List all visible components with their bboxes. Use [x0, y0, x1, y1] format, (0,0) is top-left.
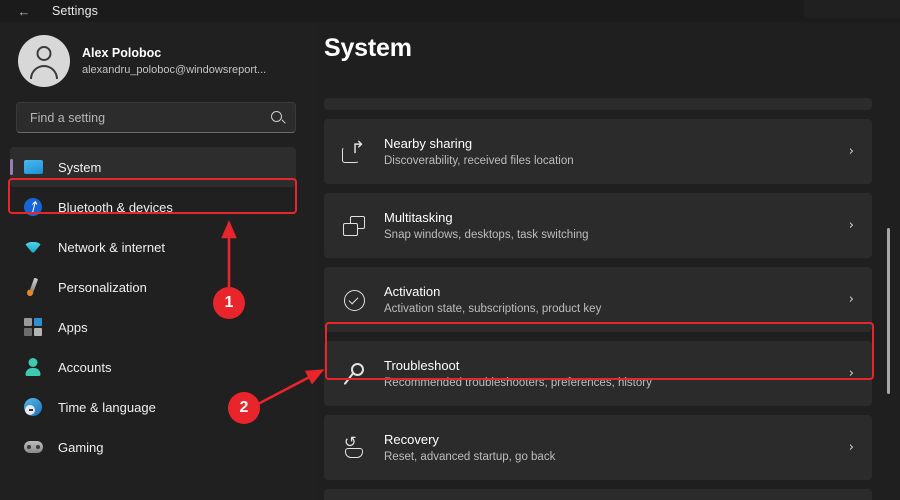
sidebar-item-accounts[interactable]: Accounts	[10, 347, 296, 387]
close-button[interactable]	[868, 0, 900, 18]
account-name: Alex Poloboc	[82, 45, 266, 62]
settings-card-projecting-to-this-pc[interactable]: Projecting to this PC ›	[324, 489, 872, 500]
card-subtitle: Activation state, subscriptions, product…	[384, 301, 849, 317]
multitasking-windows-icon	[341, 213, 367, 239]
maximize-button[interactable]	[836, 0, 868, 18]
wifi-icon	[22, 236, 44, 258]
sidebar-item-label: Apps	[58, 320, 88, 335]
sidebar-item-apps[interactable]: Apps	[10, 307, 296, 347]
account-text: Alex Poloboc alexandru_poloboc@windowsre…	[82, 45, 266, 78]
chevron-right-icon[interactable]: ›	[849, 292, 854, 307]
settings-card-list: Nearby sharing Discoverability, received…	[324, 98, 872, 500]
annotation-badge-1: 1	[213, 287, 245, 319]
clock-icon	[22, 396, 44, 418]
sidebar-item-label: Bluetooth & devices	[58, 200, 173, 215]
sidebar-item-system[interactable]: System	[10, 147, 296, 187]
chevron-right-icon[interactable]: ›	[849, 440, 854, 455]
recovery-icon	[341, 435, 367, 461]
sidebar-nav: System ᛏ Bluetooth & devices Network & i…	[0, 147, 318, 467]
monitor-icon	[22, 156, 44, 178]
app-shell: Alex Poloboc alexandru_poloboc@windowsre…	[0, 22, 900, 500]
chevron-right-icon[interactable]: ›	[849, 144, 854, 159]
card-title: Nearby sharing	[384, 135, 849, 153]
sidebar-item-label: Personalization	[58, 280, 147, 295]
card-title: Troubleshoot	[384, 357, 849, 375]
main-content: System Nearby sharing Discoverability, r…	[318, 22, 900, 500]
minimize-button[interactable]	[804, 0, 836, 18]
sidebar: Alex Poloboc alexandru_poloboc@windowsre…	[0, 22, 318, 500]
title-bar: ← Settings	[0, 0, 900, 22]
chevron-right-icon[interactable]: ›	[849, 218, 854, 233]
card-title: Recovery	[384, 431, 849, 449]
settings-card-activation[interactable]: Activation Activation state, subscriptio…	[324, 267, 872, 332]
search-icon[interactable]	[271, 111, 285, 125]
annotation-badge-2: 2	[228, 392, 260, 424]
account-email: alexandru_poloboc@windowsreport...	[82, 62, 266, 78]
sidebar-item-personalization[interactable]: Personalization	[10, 267, 296, 307]
card-title: Activation	[384, 283, 849, 301]
settings-card-troubleshoot[interactable]: Troubleshoot Recommended troubleshooters…	[324, 341, 872, 406]
card-title: Multitasking	[384, 209, 849, 227]
page-title: System	[324, 34, 900, 63]
sidebar-item-label: Accounts	[58, 360, 111, 375]
sidebar-item-label: System	[58, 160, 101, 175]
search-box[interactable]	[16, 102, 296, 133]
check-circle-icon	[341, 287, 367, 313]
settings-card-nearby-sharing[interactable]: Nearby sharing Discoverability, received…	[324, 119, 872, 184]
account-section[interactable]: Alex Poloboc alexandru_poloboc@windowsre…	[0, 22, 318, 87]
sidebar-item-gaming[interactable]: Gaming	[10, 427, 296, 467]
card-subtitle: Reset, advanced startup, go back	[384, 449, 849, 465]
sidebar-item-network-internet[interactable]: Network & internet	[10, 227, 296, 267]
person-icon	[22, 356, 44, 378]
sidebar-item-label: Network & internet	[58, 240, 165, 255]
wrench-icon	[341, 361, 367, 387]
card-subtitle: Discoverability, received files location	[384, 153, 849, 169]
back-arrow-icon[interactable]: ←	[10, 1, 38, 21]
window-title: Settings	[52, 4, 98, 18]
bluetooth-icon: ᛏ	[22, 196, 44, 218]
card-subtitle: Snap windows, desktops, task switching	[384, 227, 849, 243]
sidebar-item-label: Time & language	[58, 400, 156, 415]
sidebar-item-label: Gaming	[58, 440, 104, 455]
share-icon	[341, 139, 367, 165]
person-avatar-icon	[18, 35, 70, 87]
apps-grid-icon	[22, 316, 44, 338]
search-input[interactable]	[30, 111, 271, 125]
sidebar-item-bluetooth-devices[interactable]: ᛏ Bluetooth & devices	[10, 187, 296, 227]
paintbrush-icon	[22, 276, 44, 298]
vertical-scrollbar[interactable]	[887, 228, 890, 394]
settings-card-multitasking[interactable]: Multitasking Snap windows, desktops, tas…	[324, 193, 872, 258]
gamepad-icon	[22, 436, 44, 458]
card-subtitle: Recommended troubleshooters, preferences…	[384, 375, 849, 391]
window-controls[interactable]	[785, 0, 900, 22]
chevron-right-icon[interactable]: ›	[849, 366, 854, 381]
settings-card-recovery[interactable]: Recovery Reset, advanced startup, go bac…	[324, 415, 872, 480]
settings-card-clipped[interactable]	[324, 98, 872, 110]
